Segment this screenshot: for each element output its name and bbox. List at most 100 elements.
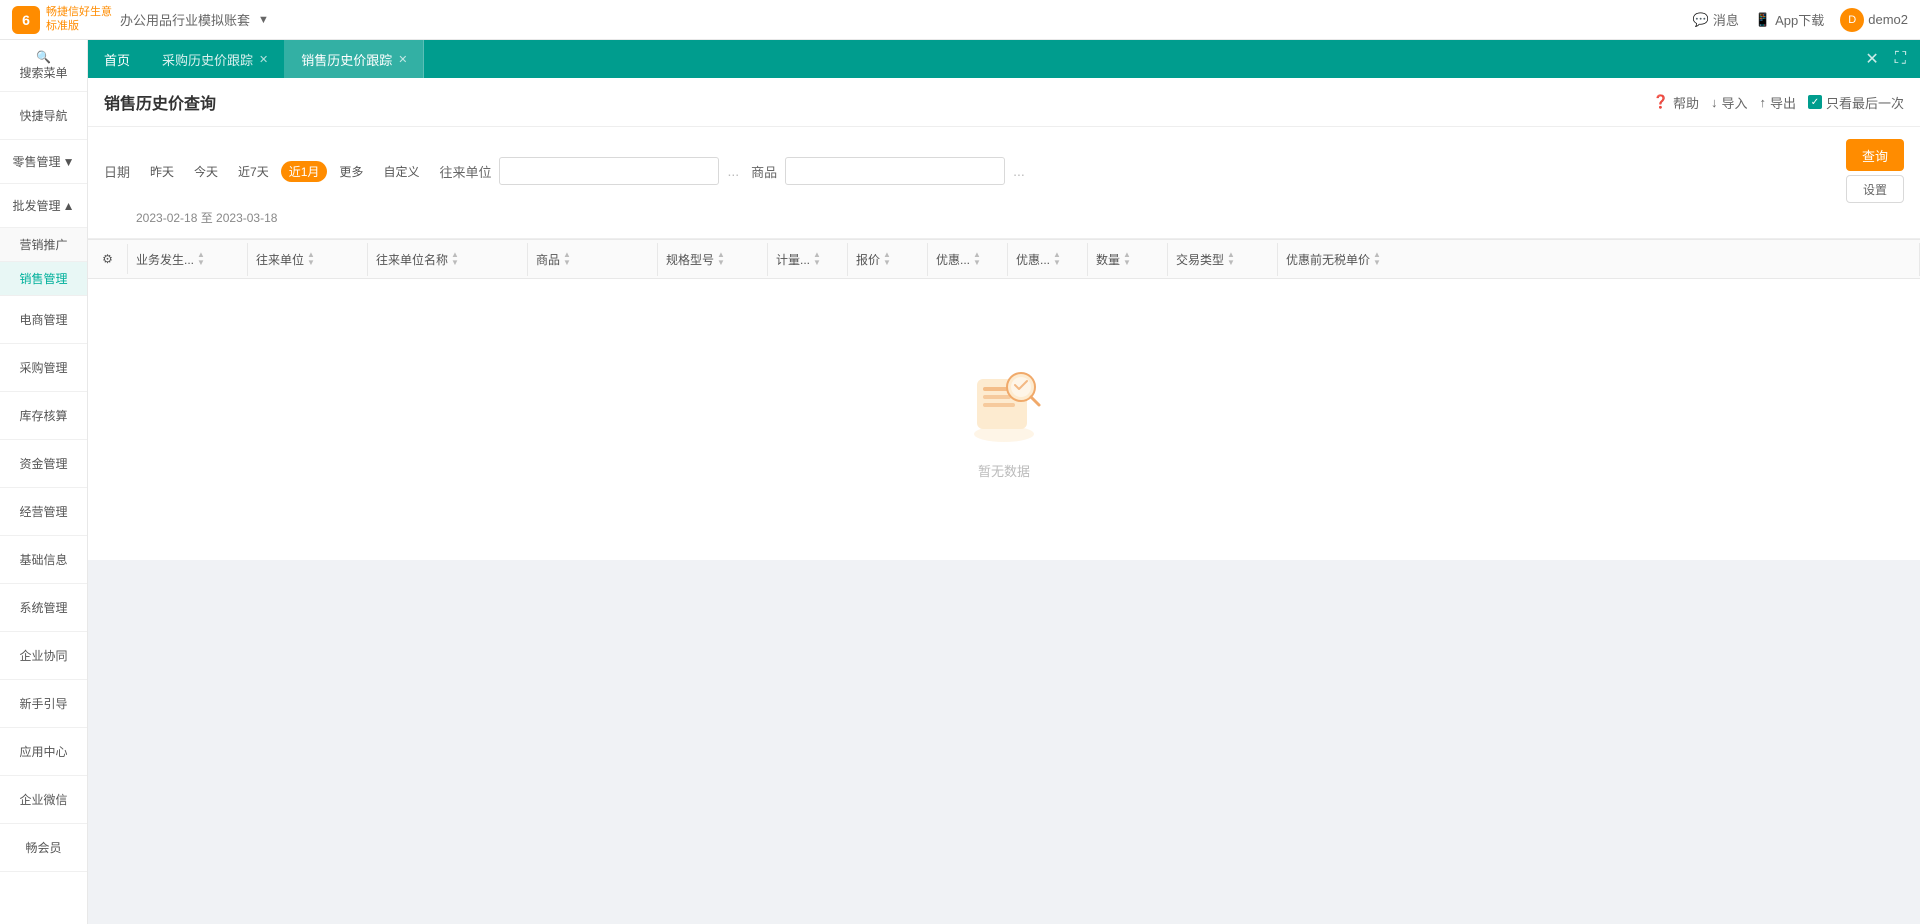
expand-button[interactable]: ⛶	[1889, 48, 1912, 70]
sidebar-item-guide[interactable]: 新手引导	[0, 680, 87, 728]
import-icon: ↓	[1711, 95, 1718, 110]
th-disc1[interactable]: 优惠... ▲▼	[928, 243, 1008, 276]
search-icon: 🔍	[36, 50, 51, 64]
th-date[interactable]: 业务发生... ▲▼	[128, 243, 248, 276]
help-icon: ❓	[1653, 94, 1669, 110]
date-range-text: 2023-02-18 至 2023-03-18	[136, 211, 277, 225]
user-menu[interactable]: D demo2	[1840, 8, 1908, 32]
date-range-display: 2023-02-18 至 2023-03-18	[104, 209, 1904, 226]
sidebar-item-wholesale[interactable]: 批发管理 ▲	[0, 184, 87, 228]
sort-arrows-date: ▲▼	[197, 251, 205, 267]
sidebar-item-retail[interactable]: 零售管理 ▼	[0, 140, 87, 184]
sort-arrows-qty: ▲▼	[1123, 251, 1131, 267]
sidebar-item-sales[interactable]: 销售管理	[0, 262, 87, 296]
th-settings[interactable]: ⚙	[88, 244, 128, 274]
sort-arrows-price: ▲▼	[883, 251, 891, 267]
table-header: ⚙ 业务发生... ▲▼ 往来单位 ▲▼ 往来单位名称 ▲▼	[88, 239, 1920, 279]
date-options: 昨天 今天 近7天 近1月 更多 自定义	[142, 161, 427, 182]
th-partner-code[interactable]: 往来单位 ▲▼	[248, 243, 368, 276]
date-option-last7days[interactable]: 近7天	[230, 161, 277, 182]
th-product[interactable]: 商品 ▲▼	[528, 243, 658, 276]
empty-illustration	[959, 359, 1049, 449]
filter-row: 日期 昨天 今天 近7天 近1月 更多 自定义 往来单位 ...	[104, 139, 1904, 226]
tabs-right-buttons: ✕ ⛶	[1859, 47, 1920, 71]
settings-button[interactable]: 设置	[1846, 175, 1904, 203]
topbar-title: 办公用品行业模拟账套	[120, 10, 250, 29]
close-tab-button[interactable]: ✕	[1859, 47, 1884, 71]
empty-state: 暂无数据	[88, 279, 1920, 560]
sidebar-item-purchase[interactable]: 采购管理	[0, 344, 87, 392]
topbar-left: 6 畅捷信好生意 标准版 办公用品行业模拟账套 ▼	[12, 6, 269, 34]
filter-top: 日期 昨天 今天 近7天 近1月 更多 自定义 往来单位 ...	[104, 139, 1904, 203]
sidebar-item-ecommerce[interactable]: 电商管理	[0, 296, 87, 344]
sort-arrows-unit: ▲▼	[813, 251, 821, 267]
sidebar-item-operations[interactable]: 经营管理	[0, 488, 87, 536]
message-icon: 💬	[1693, 12, 1709, 28]
main-layout: 🔍 搜索菜单 快捷导航 零售管理 ▼ 批发管理 ▲ 营销推广 销售管理 电商管理…	[0, 40, 1920, 924]
sort-arrows-disc1: ▲▼	[973, 251, 981, 267]
sidebar-item-marketing[interactable]: 营销推广	[0, 228, 87, 262]
tab-home[interactable]: 首页	[88, 40, 146, 78]
page-header: 销售历史价查询 ❓ 帮助 ↓ 导入 ↑ 导出 ✓	[88, 78, 1920, 127]
sidebar-item-wechat[interactable]: 企业微信	[0, 776, 87, 824]
export-button[interactable]: ↑ 导出	[1759, 93, 1796, 112]
table-container: ⚙ 业务发生... ▲▼ 往来单位 ▲▼ 往来单位名称 ▲▼	[88, 239, 1920, 560]
sort-arrows-disc2: ▲▼	[1053, 251, 1061, 267]
message-button[interactable]: 💬 消息	[1693, 10, 1739, 29]
sidebar: 🔍 搜索菜单 快捷导航 零售管理 ▼ 批发管理 ▲ 营销推广 销售管理 电商管理…	[0, 40, 88, 924]
help-button[interactable]: ❓ 帮助	[1653, 93, 1699, 112]
partner-label: 往来单位	[439, 162, 491, 181]
tab-sales-track[interactable]: 销售历史价跟踪 ✕	[285, 40, 424, 78]
product-input[interactable]	[785, 157, 1005, 185]
sidebar-item-app-center[interactable]: 应用中心	[0, 728, 87, 776]
logo-icon: 6	[12, 6, 40, 34]
date-option-today[interactable]: 今天	[186, 161, 226, 182]
close-purchase-tab-icon[interactable]: ✕	[259, 53, 268, 66]
query-actions: 查询 设置	[1846, 139, 1904, 203]
th-trade[interactable]: 交易类型 ▲▼	[1168, 243, 1278, 276]
content-area: 销售历史价查询 ❓ 帮助 ↓ 导入 ↑ 导出 ✓	[88, 78, 1920, 924]
partner-ellipsis-button[interactable]: ...	[727, 163, 739, 179]
sidebar-item-system[interactable]: 系统管理	[0, 584, 87, 632]
sidebar-item-inventory[interactable]: 库存核算	[0, 392, 87, 440]
sort-arrows-notax: ▲▼	[1373, 251, 1381, 267]
import-button[interactable]: ↓ 导入	[1711, 93, 1748, 112]
sidebar-item-member[interactable]: 畅会员	[0, 824, 87, 872]
th-disc2[interactable]: 优惠... ▲▼	[1008, 243, 1088, 276]
sort-arrows-trade: ▲▼	[1227, 251, 1235, 267]
only-last-checkbox[interactable]: ✓ 只看最后一次	[1808, 93, 1904, 112]
sidebar-item-shortcut[interactable]: 快捷导航	[0, 92, 87, 140]
th-spec[interactable]: 规格型号 ▲▼	[658, 243, 768, 276]
topbar-dropdown-icon[interactable]: ▼	[258, 14, 269, 26]
date-option-custom[interactable]: 自定义	[375, 161, 427, 182]
th-unit[interactable]: 计量... ▲▼	[768, 243, 848, 276]
product-ellipsis-button[interactable]: ...	[1013, 163, 1025, 179]
sort-arrows-partner-code: ▲▼	[307, 251, 315, 267]
date-option-last1month[interactable]: 近1月	[281, 161, 328, 182]
tab-purchase-track[interactable]: 采购历史价跟踪 ✕	[146, 40, 285, 78]
sidebar-item-search[interactable]: 🔍 搜索菜单	[0, 40, 87, 92]
partner-input[interactable]	[499, 157, 719, 185]
page-actions: ❓ 帮助 ↓ 导入 ↑ 导出 ✓ 只看最后一次	[1653, 93, 1904, 112]
filter-bar: 日期 昨天 今天 近7天 近1月 更多 自定义 往来单位 ...	[88, 127, 1920, 239]
chevron-up-icon: ▲	[63, 199, 75, 213]
sidebar-item-basic[interactable]: 基础信息	[0, 536, 87, 584]
sidebar-item-enterprise[interactable]: 企业协同	[0, 632, 87, 680]
avatar: D	[1840, 8, 1864, 32]
sort-arrows-spec: ▲▼	[717, 251, 725, 267]
logo-area: 6 畅捷信好生意 标准版	[12, 6, 112, 34]
sidebar-item-finance[interactable]: 资金管理	[0, 440, 87, 488]
close-sales-tab-icon[interactable]: ✕	[398, 53, 407, 66]
date-option-yesterday[interactable]: 昨天	[142, 161, 182, 182]
right-panel: 首页 采购历史价跟踪 ✕ 销售历史价跟踪 ✕ ✕ ⛶ 销售历史价查询	[88, 40, 1920, 924]
th-notax[interactable]: 优惠前无税单价 ▲▼	[1278, 243, 1920, 276]
date-option-more[interactable]: 更多	[331, 161, 371, 182]
app-download-button[interactable]: 📱 App下载	[1755, 10, 1824, 29]
topbar-right: 💬 消息 📱 App下载 D demo2	[1693, 8, 1908, 32]
th-price[interactable]: 报价 ▲▼	[848, 243, 928, 276]
tabs-bar: 首页 采购历史价跟踪 ✕ 销售历史价跟踪 ✕ ✕ ⛶	[88, 40, 1920, 78]
th-partner-name[interactable]: 往来单位名称 ▲▼	[368, 243, 528, 276]
query-button[interactable]: 查询	[1846, 139, 1904, 171]
checkbox-checked-icon: ✓	[1808, 95, 1822, 109]
th-qty[interactable]: 数量 ▲▼	[1088, 243, 1168, 276]
